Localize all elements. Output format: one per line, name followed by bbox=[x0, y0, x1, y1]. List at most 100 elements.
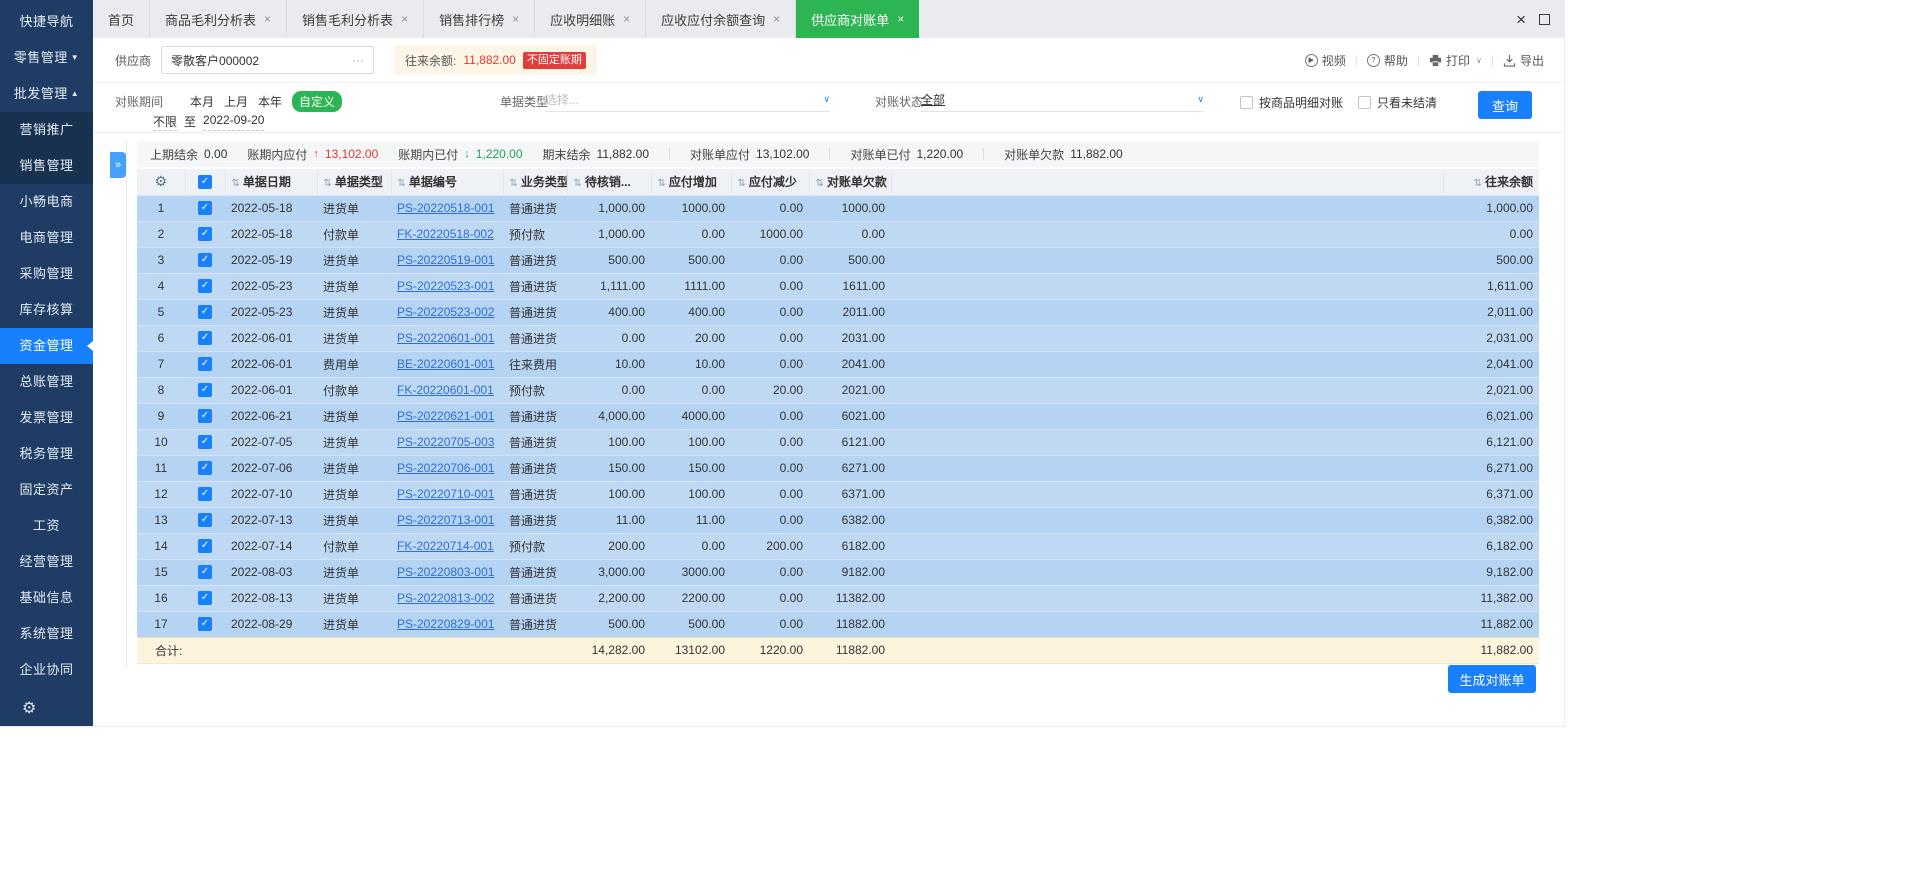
tab-close-icon[interactable]: × bbox=[264, 12, 271, 26]
doc-link[interactable]: PS-20220518-001 bbox=[397, 201, 494, 215]
sidebar-item[interactable]: 总账管理 bbox=[0, 364, 93, 400]
detail-reconcile-checkbox[interactable]: 按商品明细对账 bbox=[1240, 94, 1343, 111]
tab-item[interactable]: 销售毛利分析表 × bbox=[287, 0, 425, 38]
table-row[interactable]: 17 ✓ 2022-08-29 进货单 PS-20220829-001 普通进货 500.0… bbox=[137, 610, 1539, 637]
tab-close-icon[interactable]: × bbox=[773, 12, 780, 26]
table-row[interactable]: 8 ✓ 2022-06-01 付款单 FK-20220601-001 预付款 0.00 0.0… bbox=[137, 376, 1539, 403]
settings-gear-icon[interactable]: ⚙ bbox=[22, 698, 36, 718]
row-checkbox[interactable]: ✓ bbox=[198, 357, 212, 372]
sidebar-item[interactable]: 零售管理 ▼ bbox=[0, 40, 93, 76]
sidebar-item[interactable]: 采购管理 bbox=[0, 256, 93, 292]
row-checkbox[interactable]: ✓ bbox=[198, 227, 212, 242]
row-checkbox[interactable]: ✓ bbox=[198, 383, 212, 398]
doc-link[interactable]: BE-20220601-001 bbox=[397, 357, 494, 371]
doc-link[interactable]: PS-20220706-001 bbox=[397, 461, 494, 475]
doc-link[interactable]: FK-20220518-002 bbox=[397, 227, 494, 241]
period-option-this-year[interactable]: 本年 bbox=[258, 93, 282, 110]
row-checkbox[interactable]: ✓ bbox=[198, 201, 212, 216]
doc-link[interactable]: PS-20220829-001 bbox=[397, 617, 494, 631]
row-checkbox[interactable]: ✓ bbox=[198, 513, 212, 528]
doc-link[interactable]: FK-20220601-001 bbox=[397, 383, 494, 397]
tab-close-icon[interactable]: × bbox=[897, 12, 904, 26]
table-row[interactable]: 13 ✓ 2022-07-13 进货单 PS-20220713-001 普通进货 11.00… bbox=[137, 506, 1539, 533]
sidebar-item[interactable]: 基础信息 bbox=[0, 580, 93, 616]
row-checkbox[interactable]: ✓ bbox=[198, 591, 212, 606]
doc-link[interactable]: PS-20220621-001 bbox=[397, 409, 494, 423]
column-header[interactable]: ⇅ 业务类型 bbox=[503, 169, 568, 195]
table-row[interactable]: 14 ✓ 2022-07-14 付款单 FK-20220714-001 预付款 200.00… bbox=[137, 532, 1539, 559]
table-row[interactable]: 11 ✓ 2022-07-06 进货单 PS-20220706-001 普通进货 150.0… bbox=[137, 454, 1539, 481]
sidebar-item[interactable]: 快捷导航 bbox=[0, 4, 93, 40]
tab-item[interactable]: 应收明细账 × bbox=[535, 0, 647, 38]
sidebar-item[interactable]: 工资 bbox=[0, 508, 93, 544]
period-option-custom[interactable]: 自定义 bbox=[292, 91, 343, 112]
tab-item[interactable]: 首页 bbox=[93, 0, 151, 38]
doc-link[interactable]: PS-20220523-002 bbox=[397, 305, 494, 319]
table-row[interactable]: 7 ✓ 2022-06-01 费用单 BE-20220601-001 往来费用 10.00 1… bbox=[137, 350, 1539, 377]
doc-link[interactable]: FK-20220714-001 bbox=[397, 539, 494, 553]
table-row[interactable]: 6 ✓ 2022-06-01 进货单 PS-20220601-001 普通进货 0.00 20… bbox=[137, 324, 1539, 351]
doc-link[interactable]: PS-20220803-001 bbox=[397, 565, 494, 579]
table-row[interactable]: 4 ✓ 2022-05-23 进货单 PS-20220523-001 普通进货 1,111.… bbox=[137, 272, 1539, 299]
table-row[interactable]: 16 ✓ 2022-08-13 进货单 PS-20220813-002 普通进货 2,200… bbox=[137, 584, 1539, 611]
doc-link[interactable]: PS-20220523-001 bbox=[397, 279, 494, 293]
maximize-icon[interactable] bbox=[1539, 13, 1550, 25]
column-header[interactable]: ⇅ 单据日期 bbox=[225, 169, 318, 195]
row-checkbox[interactable]: ✓ bbox=[198, 487, 212, 502]
generate-statement-button[interactable]: 生成对账单 bbox=[1448, 665, 1536, 693]
row-checkbox[interactable]: ✓ bbox=[198, 279, 212, 294]
row-checkbox[interactable]: ✓ bbox=[198, 565, 212, 580]
row-checkbox[interactable]: ✓ bbox=[198, 253, 212, 268]
help-button[interactable]: ? 帮助 bbox=[1366, 52, 1408, 69]
close-icon[interactable]: × bbox=[1516, 11, 1526, 28]
doc-link[interactable]: PS-20220813-002 bbox=[397, 591, 494, 605]
tab-item[interactable]: 应收应付余额查询 × bbox=[646, 0, 797, 38]
doc-link[interactable]: PS-20220519-001 bbox=[397, 253, 494, 267]
tab-close-icon[interactable]: × bbox=[623, 12, 630, 26]
table-row[interactable]: 12 ✓ 2022-07-10 进货单 PS-20220710-001 普通进货 100.0… bbox=[137, 480, 1539, 507]
sidebar-item[interactable]: 电商管理 bbox=[0, 220, 93, 256]
doc-type-select[interactable]: 选择... ∨ bbox=[545, 88, 830, 112]
sidebar-item[interactable]: 库存核算 bbox=[0, 292, 93, 328]
more-icon[interactable]: ··· bbox=[352, 53, 364, 67]
status-select[interactable]: 全部 ∨ bbox=[921, 88, 1204, 112]
column-header[interactable]: ⇅ 往来余额 bbox=[1443, 169, 1539, 195]
row-checkbox[interactable]: ✓ bbox=[198, 409, 212, 424]
range-end-date[interactable]: 2022-09-20 bbox=[203, 113, 265, 131]
table-row[interactable]: 1 ✓ 2022-05-18 进货单 PS-20220518-001 普通进货 1,000.… bbox=[137, 194, 1539, 221]
sidebar-item[interactable]: 小畅电商 bbox=[0, 184, 93, 220]
doc-link[interactable]: PS-20220710-001 bbox=[397, 487, 494, 501]
export-button[interactable]: 导出 bbox=[1503, 52, 1544, 69]
column-header[interactable]: ⇅ 单据编号 bbox=[391, 169, 504, 195]
video-button[interactable]: ▶ 视频 bbox=[1304, 52, 1346, 69]
column-header[interactable]: ⇅ 应付增加 bbox=[651, 169, 732, 195]
table-row[interactable]: 5 ✓ 2022-05-23 进货单 PS-20220523-002 普通进货 400.00… bbox=[137, 298, 1539, 325]
table-row[interactable]: 10 ✓ 2022-07-05 进货单 PS-20220705-003 普通进货 100.0… bbox=[137, 428, 1539, 455]
row-checkbox[interactable]: ✓ bbox=[198, 435, 212, 450]
sidebar-item[interactable]: 税务管理 bbox=[0, 436, 93, 472]
row-checkbox[interactable]: ✓ bbox=[198, 305, 212, 320]
row-checkbox[interactable]: ✓ bbox=[198, 539, 212, 554]
sidebar-item[interactable]: 固定资产 bbox=[0, 472, 93, 508]
sidebar-item[interactable]: 发票管理 bbox=[0, 400, 93, 436]
tab-item[interactable]: 商品毛利分析表 × bbox=[150, 0, 288, 38]
sidebar-item[interactable]: 系统管理 bbox=[0, 616, 93, 652]
doc-link[interactable]: PS-20220705-003 bbox=[397, 435, 494, 449]
doc-link[interactable]: PS-20220601-001 bbox=[397, 331, 494, 345]
column-header[interactable]: ⇅ 待核销... bbox=[567, 169, 652, 195]
row-checkbox[interactable]: ✓ bbox=[198, 461, 212, 476]
doc-link[interactable]: PS-20220713-001 bbox=[397, 513, 494, 527]
column-header[interactable]: ⇅ 对账单欠款 bbox=[809, 169, 892, 195]
tab-close-icon[interactable]: × bbox=[401, 12, 408, 26]
select-all-checkbox[interactable]: ✓ bbox=[198, 175, 212, 190]
column-settings[interactable]: ⚙ bbox=[137, 169, 186, 195]
tab-active[interactable]: 供应商对账单 × bbox=[796, 0, 920, 38]
row-checkbox[interactable]: ✓ bbox=[198, 617, 212, 632]
period-option-this-month[interactable]: 本月 bbox=[190, 93, 214, 110]
table-row[interactable]: 9 ✓ 2022-06-21 进货单 PS-20220621-001 普通进货 4,000.… bbox=[137, 402, 1539, 429]
table-row[interactable]: 3 ✓ 2022-05-19 进货单 PS-20220519-001 普通进货 500.00… bbox=[137, 246, 1539, 273]
supplier-input[interactable]: 零散客户000002 ··· bbox=[161, 46, 375, 74]
row-checkbox[interactable]: ✓ bbox=[198, 331, 212, 346]
column-header[interactable]: ⇅ 应付减少 bbox=[731, 169, 810, 195]
table-row[interactable]: 15 ✓ 2022-08-03 进货单 PS-20220803-001 普通进货 3,000… bbox=[137, 558, 1539, 585]
